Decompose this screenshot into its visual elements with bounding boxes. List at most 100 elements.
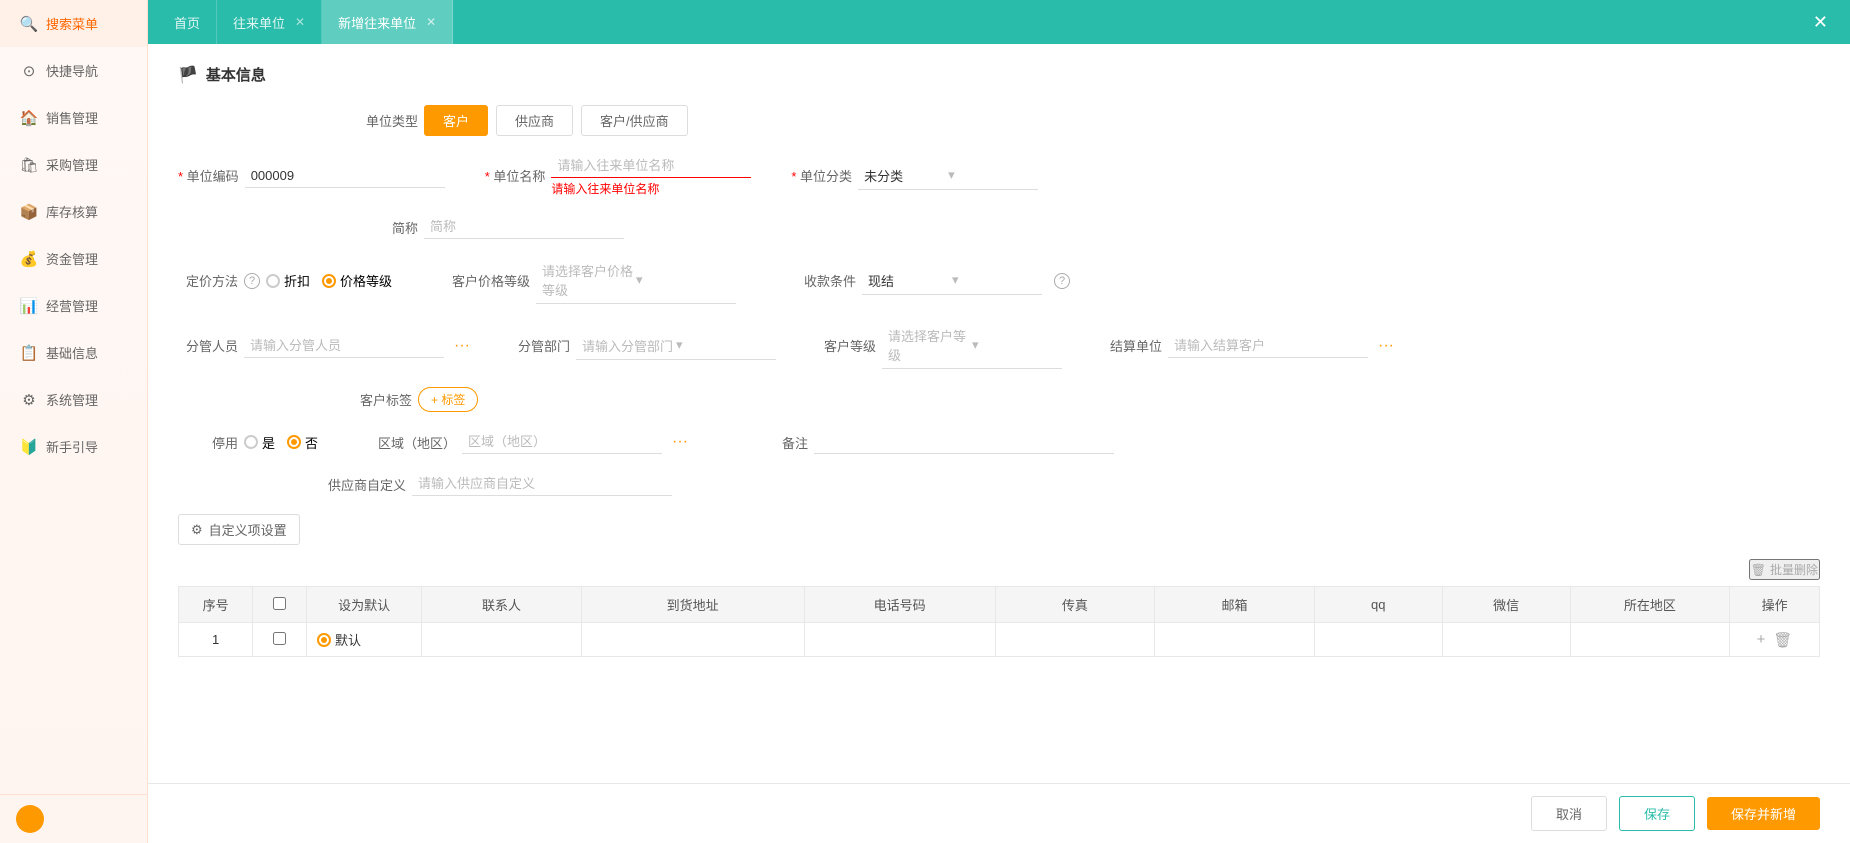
cell-fax[interactable]	[995, 623, 1155, 657]
sidebar-item-sales[interactable]: 🏠 销售管理	[0, 94, 147, 141]
cell-seq: 1	[179, 623, 253, 657]
region-input[interactable]	[462, 430, 662, 454]
sales-icon: 🏠	[20, 109, 38, 127]
btn-supplier[interactable]: 供应商	[496, 105, 573, 136]
short-name-input[interactable]	[424, 215, 624, 239]
wechat-input[interactable]	[1476, 632, 1536, 647]
cell-phone[interactable]	[804, 623, 995, 657]
price-level-radio-circle	[322, 274, 336, 288]
settlement-more-icon[interactable]: ···	[1378, 337, 1394, 355]
supplier-custom-input[interactable]	[412, 472, 672, 496]
col-actions: 操作	[1730, 587, 1820, 623]
supplier-custom-label: 供应商自定义	[328, 475, 406, 494]
sidebar-item-purchase[interactable]: 🛍 采购管理	[0, 141, 147, 188]
email-input[interactable]	[1194, 632, 1274, 647]
remark-field: 备注	[748, 430, 1114, 454]
supplier-custom-field: 供应商自定义	[328, 472, 672, 496]
manager-more-icon[interactable]: ···	[454, 337, 470, 355]
payment-terms-help-icon[interactable]: ?	[1054, 273, 1070, 289]
sidebar-item-quick-nav[interactable]: ⊙ 快捷导航	[0, 47, 147, 94]
customer-level-caret-icon: ▾	[972, 337, 1056, 353]
btn-customer[interactable]: 客户	[424, 105, 488, 136]
customer-price-level-select[interactable]: 请选择客户价格等级 ▾	[536, 257, 736, 304]
table-toolbar: 🗑 批量删除	[178, 559, 1820, 580]
qq-input[interactable]	[1348, 632, 1408, 647]
custom-settings-button[interactable]: ⚙ 自定义项设置	[178, 514, 300, 545]
sidebar-item-operations[interactable]: 📊 经营管理	[0, 282, 147, 329]
manager-field: 分管人员 ···	[178, 334, 470, 358]
guide-icon: 🔰	[20, 438, 38, 456]
short-name-label: 简称	[358, 218, 418, 237]
sidebar: 🔍 搜索菜单 ⊙ 快捷导航 🏠 销售管理 🛍 采购管理 📦 库存核算 💰 资金管…	[0, 0, 148, 843]
settlement-unit-label: 结算单位	[1102, 336, 1162, 355]
customer-level-select[interactable]: 请选择客户等级 ▾	[882, 322, 1062, 369]
col-qq: qq	[1314, 587, 1442, 623]
unit-code-input[interactable]	[245, 164, 445, 188]
fax-input[interactable]	[1035, 632, 1115, 647]
col-default: 设为默认	[306, 587, 421, 623]
tags-field: 客户标签 + 标签	[352, 387, 478, 412]
form-footer: 取消 保存 保存并新增	[148, 783, 1850, 843]
cell-region[interactable]	[1570, 623, 1730, 657]
radio-price-level[interactable]: 价格等级	[322, 271, 392, 290]
sidebar-item-system[interactable]: ⚙ 系统管理	[0, 376, 147, 423]
region-more-icon[interactable]: ···	[672, 433, 688, 451]
add-tag-button[interactable]: + 标签	[418, 387, 478, 412]
address-input[interactable]	[633, 632, 753, 647]
tab-home[interactable]: 首页	[158, 0, 217, 44]
cell-address[interactable]	[581, 623, 804, 657]
disabled-field: 停用 是 否	[178, 433, 318, 452]
manager-label: 分管人员	[178, 336, 238, 355]
pricing-label: 定价方法	[178, 271, 238, 290]
add-row-button[interactable]: +	[1757, 631, 1766, 649]
unit-category-select[interactable]: 未分类 ▾	[858, 162, 1038, 190]
sidebar-item-finance[interactable]: 💰 资金管理	[0, 235, 147, 282]
contact-input[interactable]	[462, 632, 542, 647]
unit-name-input[interactable]	[551, 154, 751, 178]
cell-qq[interactable]	[1314, 623, 1442, 657]
close-all-tabs[interactable]: ✕	[1801, 12, 1840, 33]
tab-new-partner[interactable]: 新增往来单位 ✕	[322, 0, 453, 44]
payment-terms-select[interactable]: 现结 ▾	[862, 267, 1042, 295]
department-select[interactable]: 请输入分管部门 ▾	[576, 332, 776, 360]
cancel-button[interactable]: 取消	[1531, 796, 1607, 831]
close-new-partner-tab[interactable]: ✕	[426, 15, 436, 29]
sidebar-item-inventory[interactable]: 📦 库存核算	[0, 188, 147, 235]
sidebar-item-search[interactable]: 🔍 搜索菜单	[0, 0, 147, 47]
payment-terms-field: 收款条件 现结 ▾ ?	[796, 267, 1070, 295]
radio-discount[interactable]: 折扣	[266, 271, 310, 290]
select-all-checkbox[interactable]	[273, 597, 286, 610]
save-button[interactable]: 保存	[1619, 796, 1695, 831]
row-checkbox[interactable]	[273, 632, 286, 645]
gear-icon: ⚙	[191, 522, 203, 538]
row-actions: + 🗑	[1740, 631, 1809, 649]
pricing-help-icon[interactable]: ?	[244, 273, 260, 289]
no-radio-circle	[287, 435, 301, 449]
settlement-unit-input[interactable]	[1168, 334, 1368, 358]
cell-wechat[interactable]	[1442, 623, 1570, 657]
btn-both[interactable]: 客户/供应商	[581, 105, 688, 136]
manager-input[interactable]	[244, 334, 444, 358]
sidebar-item-basic[interactable]: 📋 基础信息	[0, 329, 147, 376]
col-address: 到货地址	[581, 587, 804, 623]
default-radio[interactable]: 默认	[317, 630, 411, 649]
tab-partners[interactable]: 往来单位 ✕	[217, 0, 322, 44]
close-partners-tab[interactable]: ✕	[295, 15, 305, 29]
unit-type-row: 单位类型 客户 供应商 客户/供应商	[178, 105, 1820, 136]
cell-contact[interactable]	[422, 623, 582, 657]
radio-yes[interactable]: 是	[244, 433, 275, 452]
sidebar-item-guide[interactable]: 🔰 新手引导	[0, 423, 147, 470]
home-icon: ⊙	[20, 62, 38, 80]
save-new-button[interactable]: 保存并新增	[1707, 797, 1820, 830]
flag-icon: 🏴	[178, 65, 198, 85]
cell-email[interactable]	[1155, 623, 1315, 657]
radio-no[interactable]: 否	[287, 433, 318, 452]
bulk-delete-button[interactable]: 🗑 批量删除	[1749, 559, 1820, 580]
phone-input[interactable]	[850, 632, 950, 647]
remark-input[interactable]	[814, 430, 1114, 454]
delete-row-button[interactable]: 🗑	[1773, 631, 1792, 649]
table-region-input[interactable]	[1610, 632, 1690, 647]
code-name-row: 单位编码 单位名称 请输入往来单位名称 单位分类 未分类 ▾	[178, 154, 1820, 197]
unit-type-group: 客户 供应商 客户/供应商	[424, 105, 688, 136]
system-icon: ⚙	[20, 391, 38, 409]
